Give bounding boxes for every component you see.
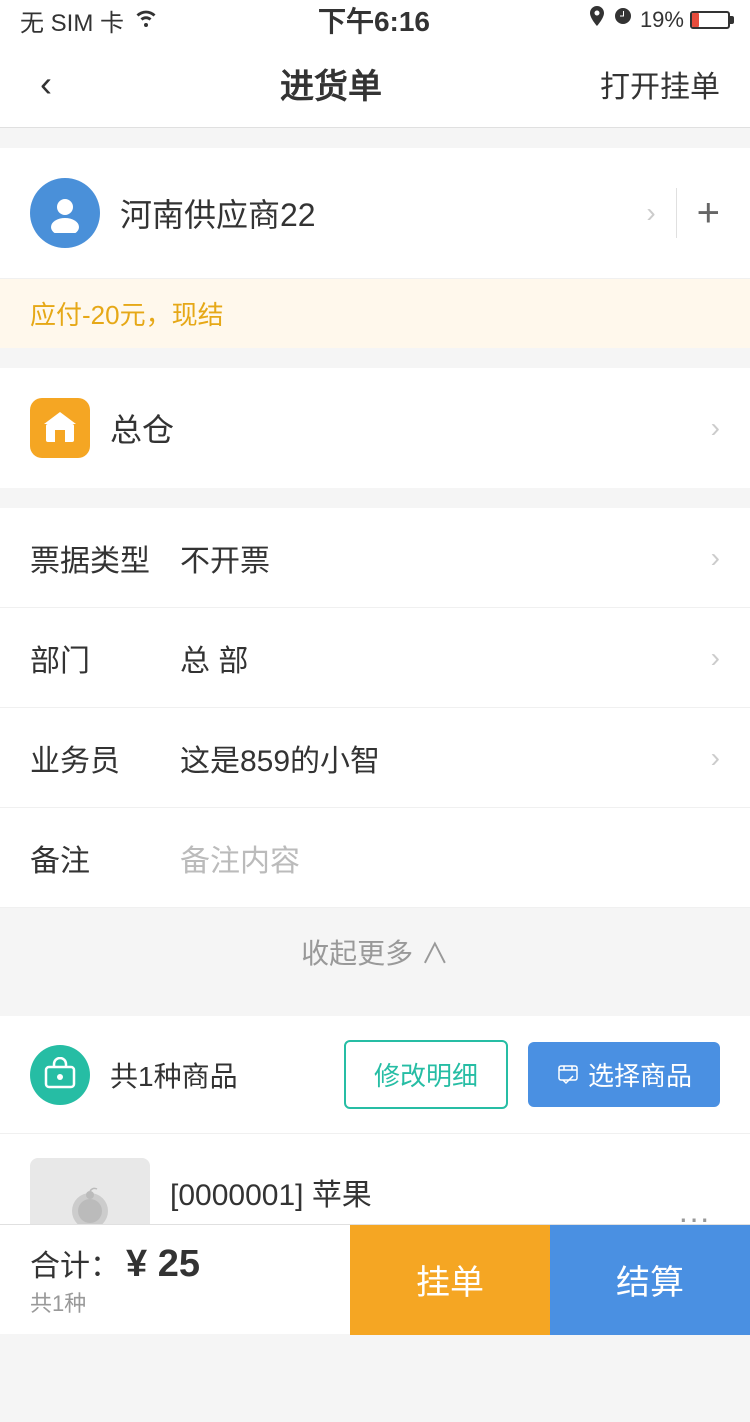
products-icon bbox=[30, 1045, 90, 1105]
supplier-chevron-icon: › bbox=[646, 197, 655, 229]
warehouse-chevron-icon: › bbox=[711, 412, 720, 444]
total-amount: ¥ 25 bbox=[126, 1243, 200, 1286]
remark-input[interactable]: 备注内容 bbox=[170, 836, 720, 880]
remark-label: 备注 bbox=[30, 836, 170, 880]
gap-4 bbox=[0, 996, 750, 1016]
invoice-type-label: 票据类型 bbox=[30, 536, 170, 580]
bottom-bar: 合计： ¥ 25 共1种 挂单 结算 bbox=[0, 1224, 750, 1334]
invoice-type-chevron: › bbox=[711, 542, 720, 574]
battery-icon bbox=[690, 11, 730, 29]
remark-row[interactable]: 备注 备注内容 bbox=[0, 808, 750, 908]
back-button[interactable]: ‹ bbox=[30, 53, 62, 115]
salesperson-value: 这是859的小智 bbox=[170, 736, 711, 780]
department-row[interactable]: 部门 总 部 › bbox=[0, 608, 750, 708]
supplier-notice: 应付-20元，现结 bbox=[0, 279, 750, 348]
time-label: 下午6:16 bbox=[318, 0, 430, 40]
edit-details-button[interactable]: 修改明细 bbox=[344, 1040, 508, 1109]
products-count: 共1种商品 bbox=[110, 1055, 324, 1095]
gap-2 bbox=[0, 348, 750, 368]
product-title: 苹果 bbox=[312, 1179, 372, 1212]
supplier-section: 河南供应商22 › + 应付-20元，现结 bbox=[0, 148, 750, 348]
supplier-avatar bbox=[30, 178, 100, 248]
salesperson-chevron: › bbox=[711, 742, 720, 774]
warehouse-row[interactable]: 总仓 › bbox=[0, 368, 750, 488]
department-value: 总 部 bbox=[170, 636, 711, 680]
status-bar: 无 SIM 卡 下午6:16 19% bbox=[0, 0, 750, 40]
product-code: [0000001] bbox=[170, 1179, 303, 1212]
nav-bar: ‹ 进货单 打开挂单 bbox=[0, 40, 750, 128]
collapse-button[interactable]: 收起更多 ∧ bbox=[0, 908, 750, 996]
invoice-type-row[interactable]: 票据类型 不开票 › bbox=[0, 508, 750, 608]
department-chevron: › bbox=[711, 642, 720, 674]
battery-label: 19% bbox=[640, 7, 684, 33]
salesperson-label: 业务员 bbox=[30, 736, 170, 780]
select-product-label: 选择商品 bbox=[588, 1056, 692, 1093]
total-label: 合计： bbox=[30, 1241, 120, 1285]
select-product-button[interactable]: 选择商品 bbox=[528, 1042, 720, 1107]
supplier-name: 河南供应商22 bbox=[120, 190, 646, 236]
divider bbox=[676, 188, 677, 238]
salesperson-row[interactable]: 业务员 这是859的小智 › bbox=[0, 708, 750, 808]
gap-3 bbox=[0, 488, 750, 508]
invoice-type-value: 不开票 bbox=[170, 536, 711, 580]
total-count: 共1种 bbox=[30, 1286, 320, 1318]
settle-button[interactable]: 结算 bbox=[550, 1225, 750, 1335]
form-section: 票据类型 不开票 › 部门 总 部 › 业务员 这是859的小智 › 备注 备注… bbox=[0, 508, 750, 908]
warehouse-section: 总仓 › bbox=[0, 368, 750, 488]
page-title: 进货单 bbox=[280, 59, 382, 108]
wifi-icon bbox=[132, 6, 160, 34]
add-supplier-button[interactable]: + bbox=[697, 191, 720, 236]
product-name: [0000001] 苹果 bbox=[170, 1170, 648, 1214]
open-hang-button[interactable]: 打开挂单 bbox=[600, 62, 720, 106]
total-section: 合计： ¥ 25 共1种 bbox=[0, 1241, 350, 1318]
status-left: 无 SIM 卡 bbox=[20, 3, 160, 38]
hang-button[interactable]: 挂单 bbox=[350, 1225, 550, 1335]
supplier-row[interactable]: 河南供应商22 › + bbox=[0, 148, 750, 279]
warehouse-name: 总仓 bbox=[110, 405, 711, 451]
alarm-icon bbox=[612, 6, 634, 34]
warehouse-icon bbox=[30, 398, 90, 458]
products-header: 共1种商品 修改明细 选择商品 bbox=[0, 1016, 750, 1134]
gap-1 bbox=[0, 128, 750, 148]
status-right: 19% bbox=[588, 6, 730, 34]
department-label: 部门 bbox=[30, 636, 170, 680]
location-icon bbox=[588, 6, 606, 34]
network-label: 无 SIM 卡 bbox=[20, 3, 124, 38]
